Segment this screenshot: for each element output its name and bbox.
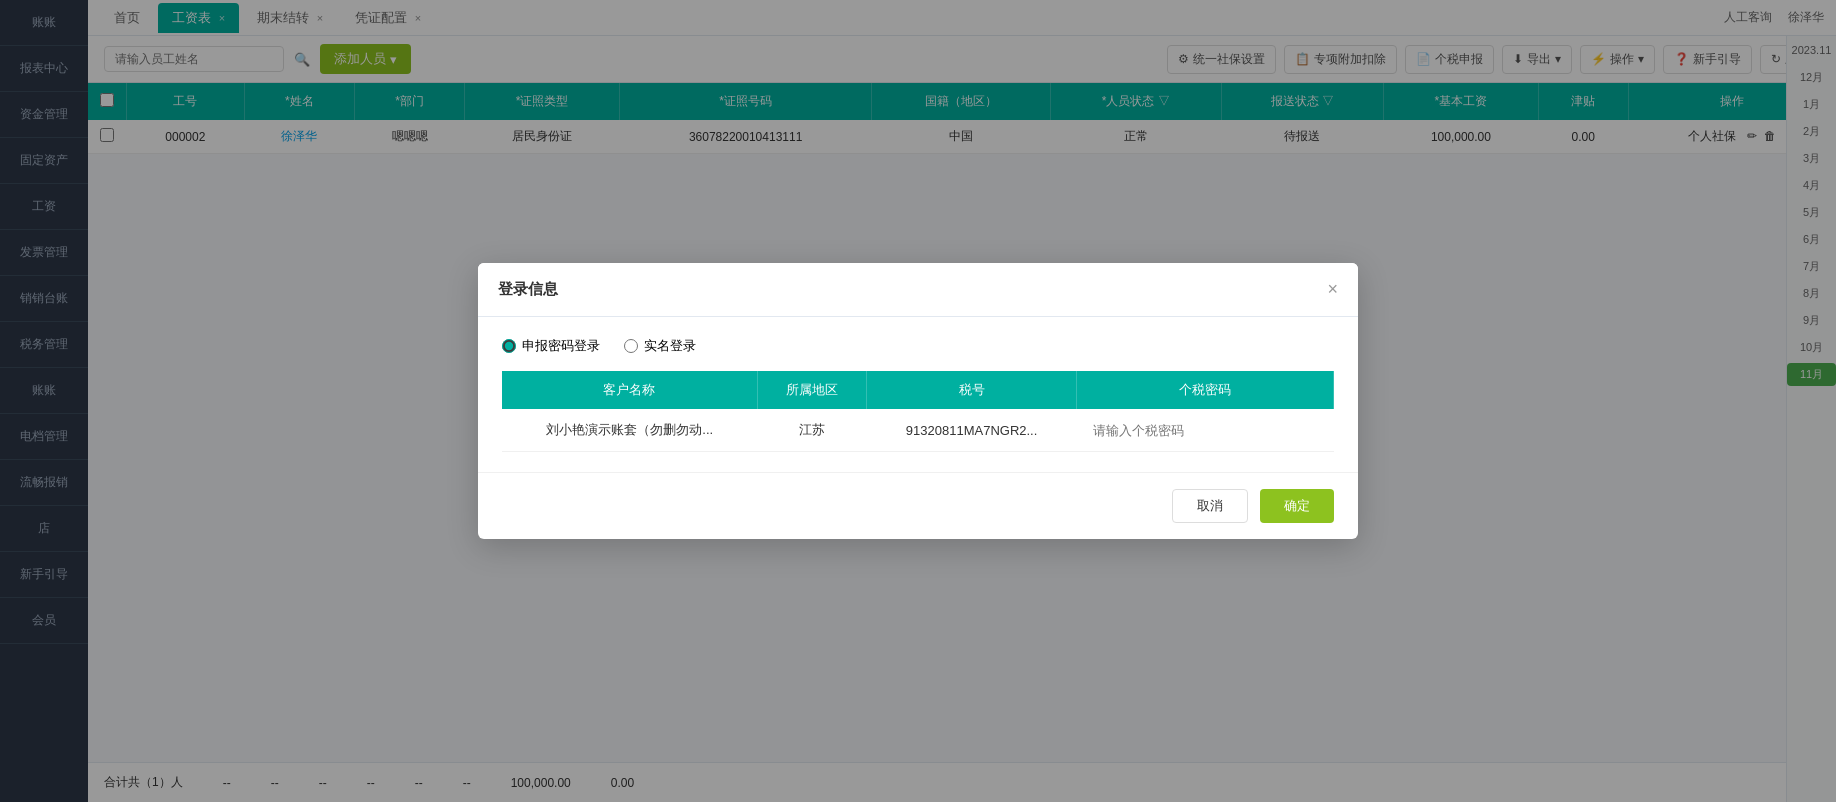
confirm-button[interactable]: 确定 <box>1260 489 1334 523</box>
modal-table-row: 刘小艳演示账套（勿删勿动... 江苏 91320811MA7NGR2... <box>502 409 1334 452</box>
modal-overlay: 登录信息 × 申报密码登录 实名登录 客户名称 所属地区 <box>0 0 1836 802</box>
modal-col-name: 客户名称 <box>502 371 757 409</box>
radio-password-label: 申报密码登录 <box>522 337 600 355</box>
radio-realname-login[interactable]: 实名登录 <box>624 337 696 355</box>
modal-body: 申报密码登录 实名登录 客户名称 所属地区 税号 个税密码 <box>478 317 1358 472</box>
modal-header: 登录信息 × <box>478 263 1358 317</box>
tax-password-input[interactable] <box>1093 423 1318 438</box>
modal-cell-password[interactable] <box>1077 409 1334 452</box>
login-info-modal: 登录信息 × 申报密码登录 实名登录 客户名称 所属地区 <box>478 263 1358 539</box>
modal-col-taxno: 税号 <box>867 371 1077 409</box>
radio-password-login[interactable]: 申报密码登录 <box>502 337 600 355</box>
modal-table: 客户名称 所属地区 税号 个税密码 刘小艳演示账套（勿删勿动... 江苏 913… <box>502 371 1334 452</box>
radio-password-input[interactable] <box>502 339 516 353</box>
modal-cell-taxno: 91320811MA7NGR2... <box>867 409 1077 452</box>
modal-close-button[interactable]: × <box>1327 279 1338 300</box>
modal-cell-name: 刘小艳演示账套（勿删勿动... <box>502 409 757 452</box>
radio-realname-label: 实名登录 <box>644 337 696 355</box>
cancel-button[interactable]: 取消 <box>1172 489 1248 523</box>
radio-realname-input[interactable] <box>624 339 638 353</box>
modal-title: 登录信息 <box>498 280 558 299</box>
modal-cell-region: 江苏 <box>757 409 866 452</box>
modal-footer: 取消 确定 <box>478 472 1358 539</box>
login-type-radio-group: 申报密码登录 实名登录 <box>502 337 1334 355</box>
modal-col-password: 个税密码 <box>1077 371 1334 409</box>
modal-col-region: 所属地区 <box>757 371 866 409</box>
